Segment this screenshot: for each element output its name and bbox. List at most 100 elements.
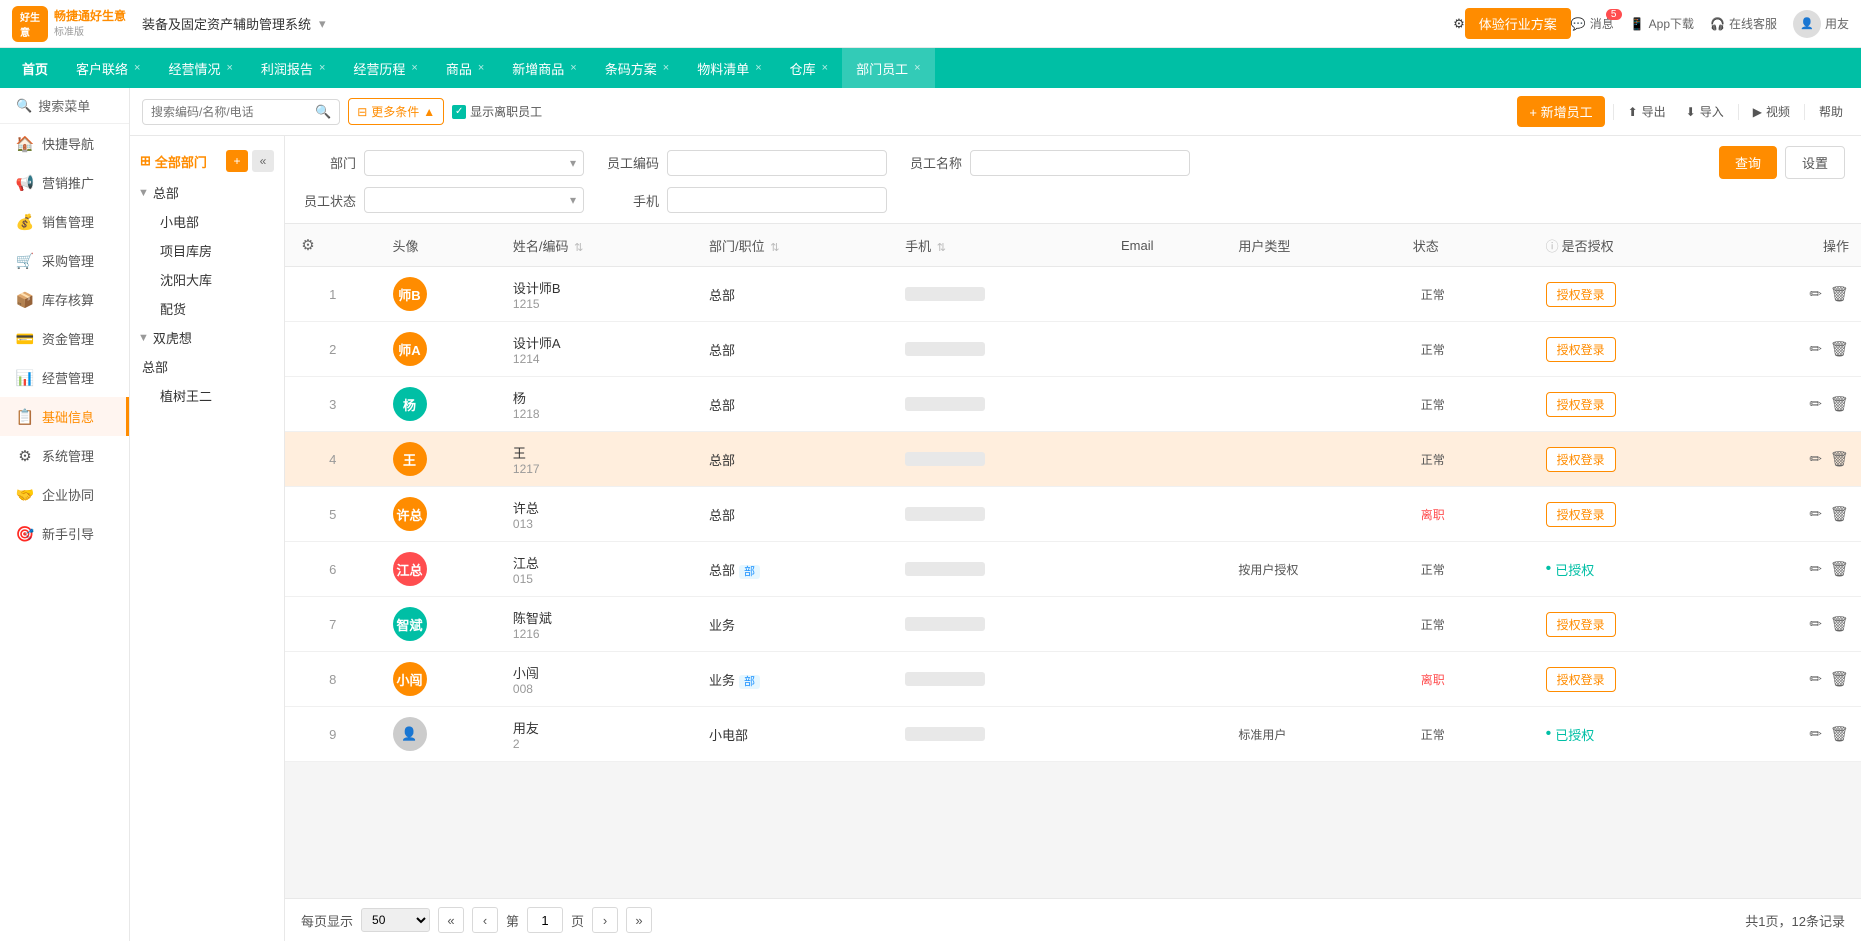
sidebar-item-资金管理[interactable]: 💳资金管理	[0, 319, 129, 358]
filter-emp-code-input[interactable]	[667, 150, 887, 176]
help-button[interactable]: 帮助	[1813, 99, 1849, 124]
dept-node-总部[interactable]: 总部	[130, 352, 284, 381]
sidebar-item-营销推广[interactable]: 📢营销推广	[0, 163, 129, 202]
edit-button[interactable]: ✏	[1809, 505, 1822, 523]
dept-node-配货[interactable]: 配货	[130, 294, 284, 323]
close-tab-icon[interactable]: ×	[478, 62, 484, 74]
dept-sort-icon[interactable]: ⇅	[770, 242, 779, 254]
filter-status-select[interactable]	[364, 187, 584, 213]
dept-node-总部[interactable]: ▼总部	[130, 178, 284, 207]
nav-tab-物料清单[interactable]: 物料清单×	[683, 48, 775, 88]
delete-button[interactable]: 🗑	[1830, 560, 1849, 578]
export-button[interactable]: ⬆ 导出	[1622, 99, 1672, 124]
sidebar-item-库存核算[interactable]: 📦库存核算	[0, 280, 129, 319]
edit-button[interactable]: ✏	[1809, 560, 1822, 578]
delete-button[interactable]: 🗑	[1830, 395, 1849, 413]
dept-node-植树王二[interactable]: 植树王二	[130, 381, 284, 410]
add-dept-button[interactable]: +	[226, 150, 248, 172]
dept-node-沈阳大库[interactable]: 沈阳大库	[130, 265, 284, 294]
authorize-button[interactable]: 授权登录	[1546, 502, 1616, 527]
close-tab-icon[interactable]: ×	[914, 62, 920, 74]
edit-button[interactable]: ✏	[1809, 725, 1822, 743]
set-button[interactable]: 设置	[1785, 146, 1845, 179]
sidebar-item-采购管理[interactable]: 🛒采购管理	[0, 241, 129, 280]
delete-button[interactable]: 🗑	[1830, 450, 1849, 468]
gear-icon-top[interactable]: ⚙	[1453, 16, 1465, 32]
next-page-button[interactable]: ›	[592, 907, 618, 933]
dept-node-小电部[interactable]: 小电部	[130, 207, 284, 236]
phone-sort-icon[interactable]: ⇅	[937, 242, 946, 254]
close-tab-icon[interactable]: ×	[226, 62, 232, 74]
first-page-button[interactable]: «	[438, 907, 464, 933]
nav-tab-经营历程[interactable]: 经营历程×	[339, 48, 431, 88]
authorize-button[interactable]: 授权登录	[1546, 337, 1616, 362]
close-tab-icon[interactable]: ×	[755, 62, 761, 74]
authorize-button[interactable]: 授权登录	[1546, 447, 1616, 472]
nav-tab-部门员工[interactable]: 部门员工×	[842, 48, 934, 88]
sidebar-item-基础信息[interactable]: 📋基础信息	[0, 397, 129, 436]
page-number-input[interactable]	[527, 907, 563, 933]
sidebar-item-系统管理[interactable]: ⚙系统管理	[0, 436, 129, 475]
delete-button[interactable]: 🗑	[1830, 505, 1849, 523]
name-sort-icon[interactable]: ⇅	[574, 242, 583, 254]
more-filter-button[interactable]: ⊟ 更多条件 ▲	[348, 98, 444, 125]
dept-node-双虎想[interactable]: ▼双虎想	[130, 323, 284, 352]
prev-page-button[interactable]: ‹	[472, 907, 498, 933]
edit-button[interactable]: ✏	[1809, 615, 1822, 633]
filter-dept-select[interactable]	[364, 150, 584, 176]
edit-button[interactable]: ✏	[1809, 285, 1822, 303]
authorize-button[interactable]: 授权登录	[1546, 282, 1616, 307]
dept-node-项目库房[interactable]: 项目库房	[130, 236, 284, 265]
user-area[interactable]: 👤 用友	[1793, 10, 1849, 38]
search-icon-btn[interactable]: 🔍	[315, 104, 331, 120]
search-input[interactable]	[151, 105, 311, 119]
show-resign-checkbox[interactable]: ✓ 显示离职员工	[452, 103, 542, 120]
edit-button[interactable]: ✏	[1809, 450, 1822, 468]
trial-button[interactable]: 体验行业方案	[1465, 8, 1571, 39]
delete-button[interactable]: 🗑	[1830, 670, 1849, 688]
close-tab-icon[interactable]: ×	[663, 62, 669, 74]
sidebar-item-新手引导[interactable]: 🎯新手引导	[0, 514, 129, 553]
nav-tab-客户联络[interactable]: 客户联络×	[62, 48, 154, 88]
nav-tab-经营情况[interactable]: 经营情况×	[154, 48, 246, 88]
delete-button[interactable]: 🗑	[1830, 340, 1849, 358]
authorize-button[interactable]: 授权登录	[1546, 392, 1616, 417]
close-tab-icon[interactable]: ×	[822, 62, 828, 74]
view-button[interactable]: ▶ 视频	[1747, 99, 1796, 124]
app-download-button[interactable]: 📱 App下载	[1630, 15, 1694, 32]
close-tab-icon[interactable]: ×	[570, 62, 576, 74]
delete-button[interactable]: 🗑	[1830, 725, 1849, 743]
query-button[interactable]: 查询	[1719, 146, 1777, 179]
close-tab-icon[interactable]: ×	[411, 62, 417, 74]
nav-tab-新增商品[interactable]: 新增商品×	[498, 48, 590, 88]
last-page-button[interactable]: »	[626, 907, 652, 933]
filter-phone-input[interactable]	[667, 187, 887, 213]
authorize-button[interactable]: 授权登录	[1546, 667, 1616, 692]
online-service-button[interactable]: 🎧 在线客服	[1710, 15, 1777, 32]
all-departments-label[interactable]: ⊞ 全部部门	[140, 152, 207, 171]
nav-tab-利润报告[interactable]: 利润报告×	[247, 48, 339, 88]
nav-tab-首页[interactable]: 首页	[8, 48, 62, 88]
import-button[interactable]: ⬇ 导入	[1680, 99, 1730, 124]
filter-emp-name-input[interactable]	[970, 150, 1190, 176]
per-page-select[interactable]: 50 20 100	[361, 908, 430, 932]
nav-tab-仓库[interactable]: 仓库×	[776, 48, 842, 88]
close-tab-icon[interactable]: ×	[134, 62, 140, 74]
sidebar-item-经营管理[interactable]: 📊经营管理	[0, 358, 129, 397]
search-menu-item[interactable]: 🔍 搜索菜单	[0, 88, 129, 124]
sidebar-item-快捷导航[interactable]: 🏠快捷导航	[0, 124, 129, 163]
delete-button[interactable]: 🗑	[1830, 285, 1849, 303]
edit-button[interactable]: ✏	[1809, 395, 1822, 413]
sidebar-item-销售管理[interactable]: 💰销售管理	[0, 202, 129, 241]
close-tab-icon[interactable]: ×	[319, 62, 325, 74]
edit-button[interactable]: ✏	[1809, 340, 1822, 358]
edit-button[interactable]: ✏	[1809, 670, 1822, 688]
authorize-button[interactable]: 授权登录	[1546, 612, 1616, 637]
collapse-dept-button[interactable]: «	[252, 150, 274, 172]
message-button[interactable]: 💬 消息 5	[1571, 15, 1614, 32]
nav-tab-条码方案[interactable]: 条码方案×	[591, 48, 683, 88]
delete-button[interactable]: 🗑	[1830, 615, 1849, 633]
add-employee-button[interactable]: + 新增员工	[1517, 96, 1604, 127]
sidebar-item-企业协同[interactable]: 🤝企业协同	[0, 475, 129, 514]
nav-tab-商品[interactable]: 商品×	[432, 48, 498, 88]
